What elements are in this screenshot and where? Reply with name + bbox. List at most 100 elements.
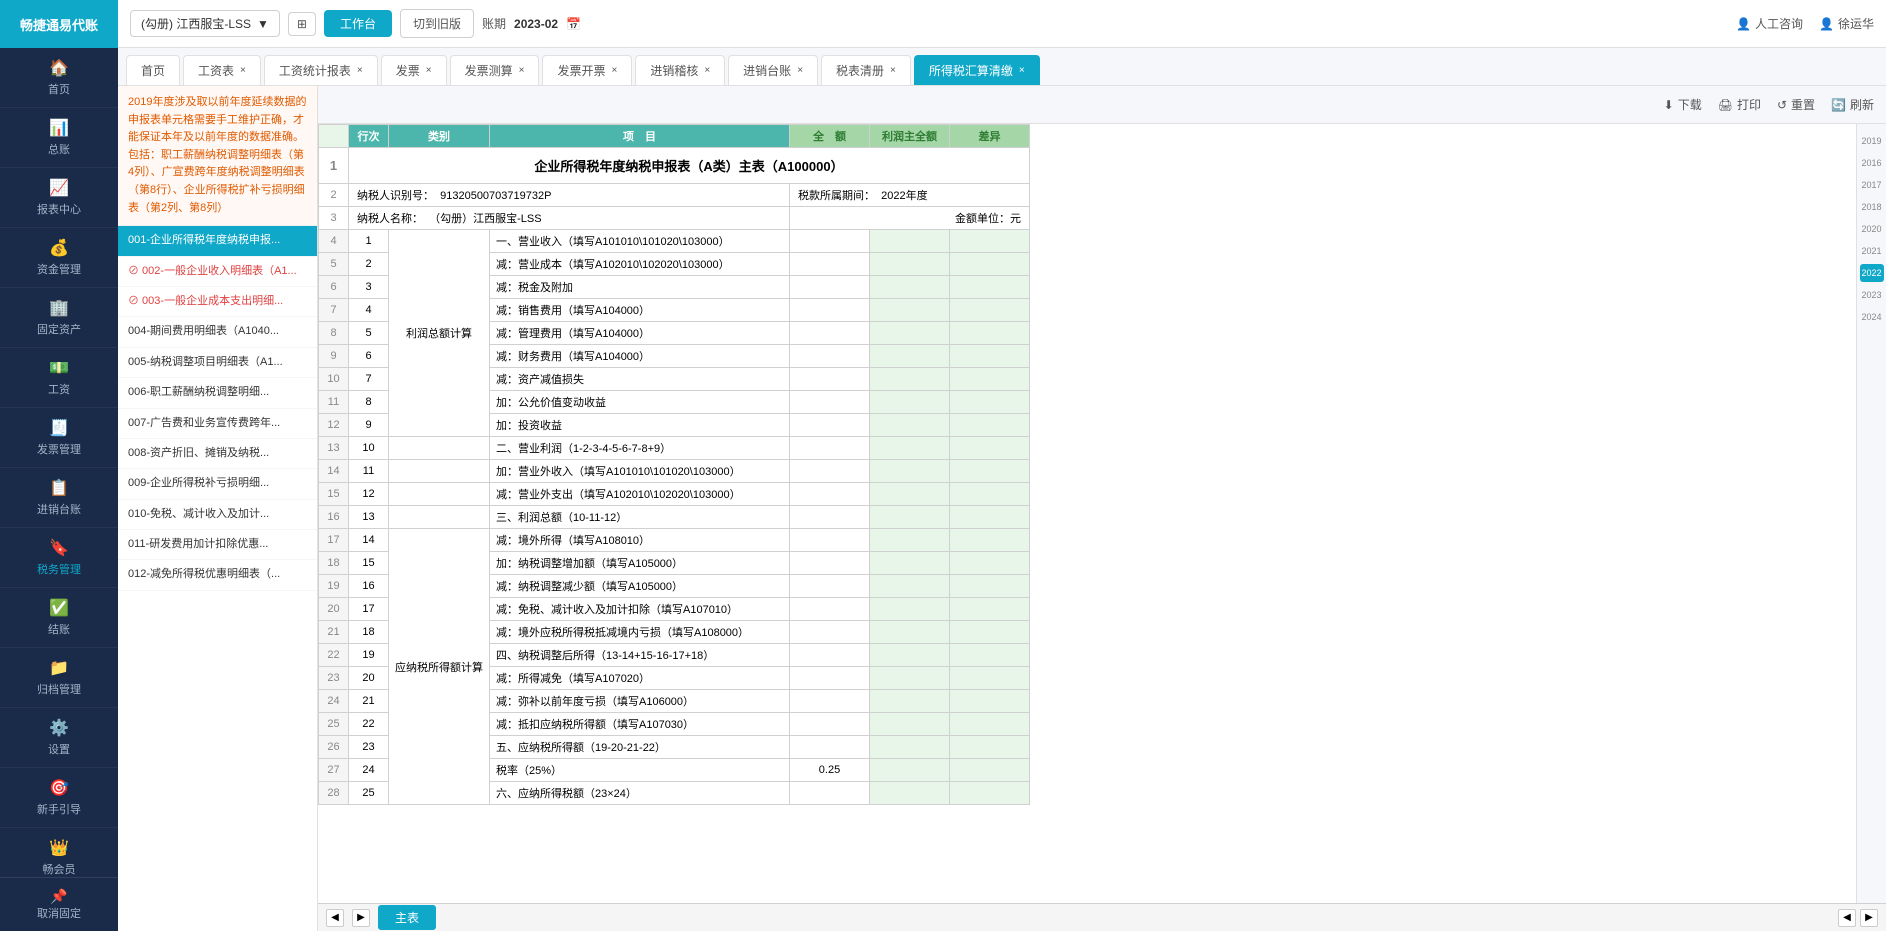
lirunchuanzhen-12[interactable] xyxy=(870,483,950,506)
chayi-3[interactable] xyxy=(950,276,1030,299)
company-selector[interactable]: (勾册) 江西服宝-LSS ▼ xyxy=(130,10,280,37)
chayi-17[interactable] xyxy=(950,598,1030,621)
lirunchuanzhen-18[interactable] xyxy=(870,621,950,644)
form-list-item-005[interactable]: 005-纳税调整项目明细表（A1... xyxy=(118,348,317,378)
chayi-7[interactable] xyxy=(950,368,1030,391)
quane-7[interactable] xyxy=(790,368,870,391)
work-bench-btn[interactable]: 工作台 xyxy=(324,10,392,37)
chayi-15[interactable] xyxy=(950,552,1030,575)
tab-purchase_ledger[interactable]: 进销台账× xyxy=(728,55,818,85)
chayi-23[interactable] xyxy=(950,736,1030,759)
sidebar-item-guide[interactable]: 🎯 新手引导 xyxy=(0,768,118,828)
chayi-9[interactable] xyxy=(950,414,1030,437)
lirunchuanzhen-17[interactable] xyxy=(870,598,950,621)
timeline-item-2018[interactable]: 2018 xyxy=(1860,198,1884,216)
chayi-21[interactable] xyxy=(950,690,1030,713)
lirunchuanzhen-1[interactable] xyxy=(870,230,950,253)
tab-salary[interactable]: 工资表× xyxy=(183,55,261,85)
quane-3[interactable] xyxy=(790,276,870,299)
quane-5[interactable] xyxy=(790,322,870,345)
quane-17[interactable] xyxy=(790,598,870,621)
lirunchuanzhen-10[interactable] xyxy=(870,437,950,460)
support-btn[interactable]: 👤 人工咨询 xyxy=(1736,15,1803,32)
lirunchuanzhen-23[interactable] xyxy=(870,736,950,759)
form-list-item-011[interactable]: 011-研发费用加计扣除优惠... xyxy=(118,530,317,560)
lirunchuanzhen-5[interactable] xyxy=(870,322,950,345)
tab-close-purchase_ledger[interactable]: × xyxy=(797,65,803,76)
quane-24[interactable]: 0.25 xyxy=(790,759,870,782)
quane-21[interactable] xyxy=(790,690,870,713)
quane-8[interactable] xyxy=(790,391,870,414)
form-list-item-007[interactable]: 007-广告费和业务宣传费跨年... xyxy=(118,409,317,439)
tab-home[interactable]: 首页 xyxy=(126,55,180,85)
tab-tax_calc[interactable]: 所得税汇算清缴× xyxy=(914,55,1040,85)
timeline-item-2019[interactable]: 2019 xyxy=(1860,132,1884,150)
quane-4[interactable] xyxy=(790,299,870,322)
sidebar-item-report[interactable]: 📈 报表中心 xyxy=(0,168,118,228)
print-btn[interactable]: 🖨 打印 xyxy=(1718,96,1761,113)
switch-version-btn[interactable]: 切到旧版 xyxy=(400,9,474,38)
sidebar-bottom[interactable]: 📌 取消固定 xyxy=(0,877,118,931)
quane-15[interactable] xyxy=(790,552,870,575)
lirunchuanzhen-6[interactable] xyxy=(870,345,950,368)
quane-25[interactable] xyxy=(790,782,870,805)
lirunchuanzhen-16[interactable] xyxy=(870,575,950,598)
sidebar-item-salary[interactable]: 💵 工资 xyxy=(0,348,118,408)
sidebar-item-home[interactable]: 🏠 首页 xyxy=(0,48,118,108)
chayi-1[interactable] xyxy=(950,230,1030,253)
chayi-20[interactable] xyxy=(950,667,1030,690)
form-list-item-009[interactable]: 009-企业所得税补亏损明细... xyxy=(118,469,317,499)
timeline-item-2016[interactable]: 2016 xyxy=(1860,154,1884,172)
quane-13[interactable] xyxy=(790,506,870,529)
lirunchuanzhen-19[interactable] xyxy=(870,644,950,667)
sidebar-item-assets[interactable]: 🏢 固定资产 xyxy=(0,288,118,348)
chayi-5[interactable] xyxy=(950,322,1030,345)
chayi-12[interactable] xyxy=(950,483,1030,506)
chayi-22[interactable] xyxy=(950,713,1030,736)
chayi-16[interactable] xyxy=(950,575,1030,598)
tab-close-tax_clear[interactable]: × xyxy=(890,65,896,76)
form-list-item-012[interactable]: 012-减免所得税优惠明细表（... xyxy=(118,560,317,590)
form-list-item-008[interactable]: 008-资产折旧、摊销及纳税... xyxy=(118,439,317,469)
timeline-item-2017[interactable]: 2017 xyxy=(1860,176,1884,194)
chayi-8[interactable] xyxy=(950,391,1030,414)
lirunchuanzhen-20[interactable] xyxy=(870,667,950,690)
download-btn[interactable]: ⬇ 下载 xyxy=(1664,96,1702,113)
form-list-item-002[interactable]: ⊘ 002-一般企业收入明细表（A1... xyxy=(118,257,317,287)
quane-6[interactable] xyxy=(790,345,870,368)
tab-close-invoice_open[interactable]: × xyxy=(611,65,617,76)
sheet-content[interactable]: 行次 类别 项 目 全 额 利润主全额 差异 1 企业所得税年度纳税申报表（A类… xyxy=(318,124,1856,903)
quane-10[interactable] xyxy=(790,437,870,460)
chayi-19[interactable] xyxy=(950,644,1030,667)
lirunchuanzhen-22[interactable] xyxy=(870,713,950,736)
quane-18[interactable] xyxy=(790,621,870,644)
quane-11[interactable] xyxy=(790,460,870,483)
sidebar-item-ledger[interactable]: 📊 总账 xyxy=(0,108,118,168)
chayi-14[interactable] xyxy=(950,529,1030,552)
tab-close-salary[interactable]: × xyxy=(240,65,246,76)
timeline-item-2022[interactable]: 2022 xyxy=(1860,264,1884,282)
lirunchuanzhen-25[interactable] xyxy=(870,782,950,805)
quane-20[interactable] xyxy=(790,667,870,690)
chayi-24[interactable] xyxy=(950,759,1030,782)
scroll-right-btn[interactable]: ▶ xyxy=(1860,909,1878,927)
quane-1[interactable] xyxy=(790,230,870,253)
timeline-item-2024[interactable]: 2024 xyxy=(1860,308,1884,326)
quane-14[interactable] xyxy=(790,529,870,552)
tab-close-invoice_calc[interactable]: × xyxy=(519,65,525,76)
sidebar-item-settings[interactable]: ⚙️ 设置 xyxy=(0,708,118,768)
sidebar-item-settle[interactable]: ✅ 结账 xyxy=(0,588,118,648)
quane-16[interactable] xyxy=(790,575,870,598)
quane-2[interactable] xyxy=(790,253,870,276)
tab-invoice_open[interactable]: 发票开票× xyxy=(542,55,632,85)
sidebar-item-capital[interactable]: 💰 资金管理 xyxy=(0,228,118,288)
sheet-tab-main[interactable]: 主表 xyxy=(378,905,436,930)
lirunchuanzhen-4[interactable] xyxy=(870,299,950,322)
lirunchuanzhen-24[interactable] xyxy=(870,759,950,782)
chayi-25[interactable] xyxy=(950,782,1030,805)
user-profile[interactable]: 👤 徐运华 xyxy=(1819,15,1874,32)
tab-close-salary_stat[interactable]: × xyxy=(357,65,363,76)
chayi-10[interactable] xyxy=(950,437,1030,460)
form-list-item-003[interactable]: ⊘ 003-一般企业成本支出明细... xyxy=(118,287,317,317)
timeline-item-2021[interactable]: 2021 xyxy=(1860,242,1884,260)
